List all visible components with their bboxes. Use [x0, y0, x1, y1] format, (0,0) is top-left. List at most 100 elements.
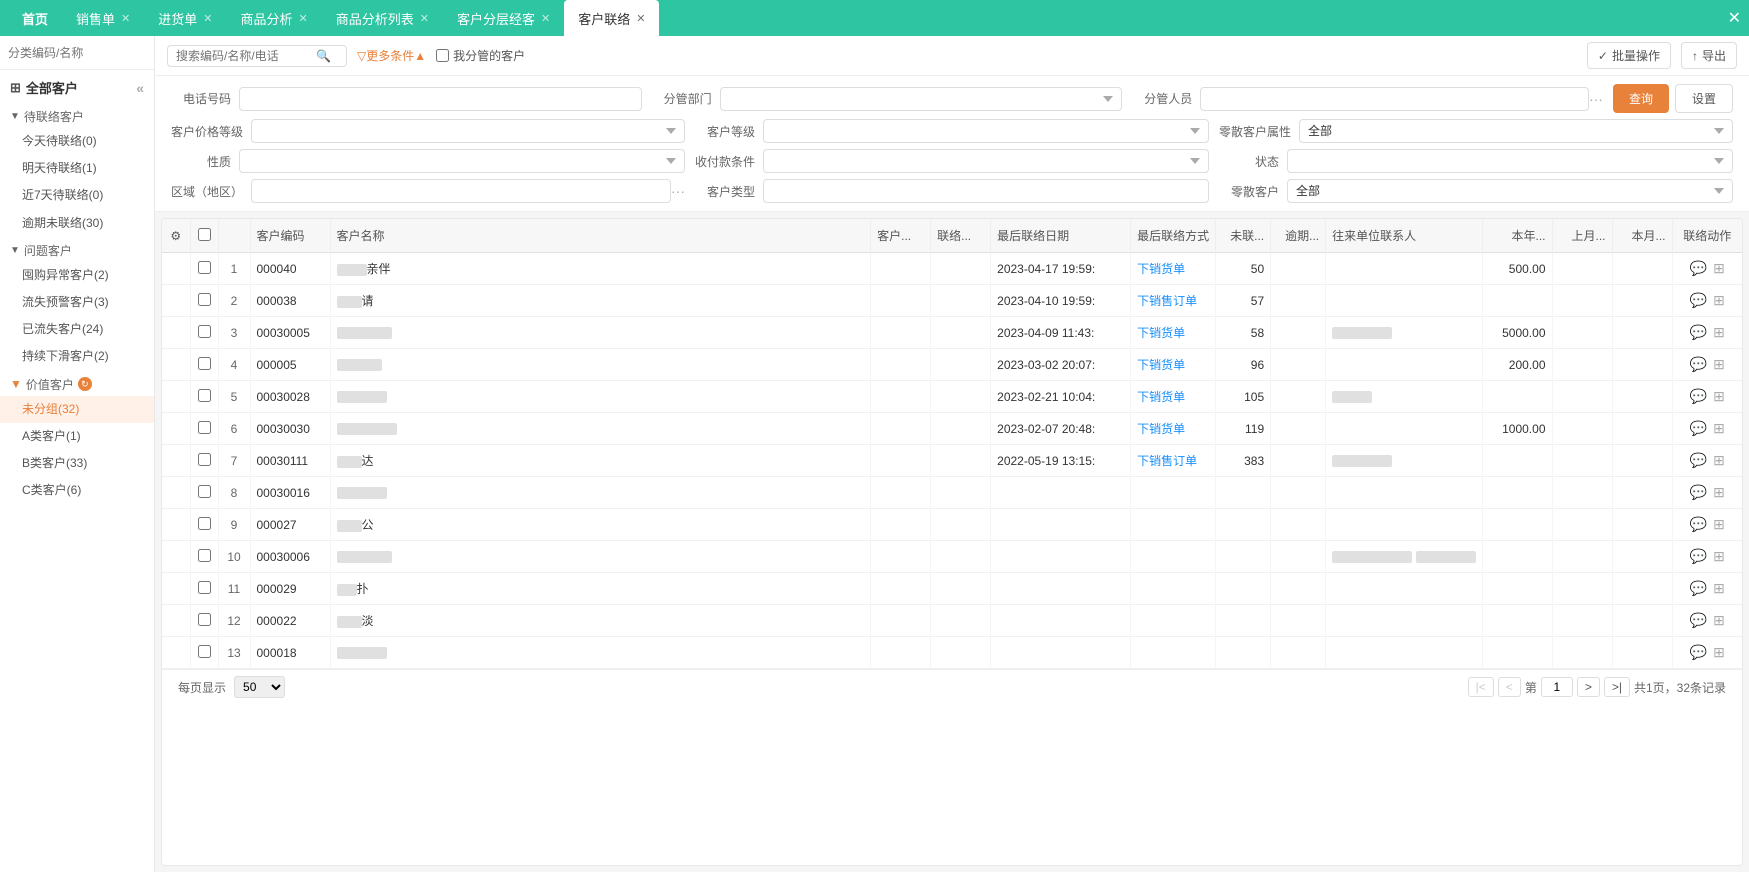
- page-prev-btn[interactable]: <: [1498, 677, 1521, 697]
- row-checkbox[interactable]: [198, 645, 211, 658]
- message-icon[interactable]: 💬: [1690, 516, 1707, 533]
- last-method-link[interactable]: 下销货单: [1137, 390, 1185, 404]
- last-method-link[interactable]: 下销售订单: [1137, 454, 1197, 468]
- phone-input[interactable]: [239, 87, 642, 111]
- tab-customer-tier[interactable]: 客户分层经客 ✕: [443, 0, 564, 36]
- my-customers-check[interactable]: [436, 49, 449, 62]
- sidebar-item-7days[interactable]: 近7天待联络(0): [0, 182, 154, 209]
- tab-product-analysis-close[interactable]: ✕: [299, 12, 308, 25]
- manager-input[interactable]: [1200, 87, 1589, 111]
- grid-action-icon[interactable]: ⊞: [1713, 356, 1725, 373]
- customer-type-input[interactable]: [763, 179, 1209, 203]
- grid-action-icon[interactable]: ⊞: [1713, 420, 1725, 437]
- row-checkbox[interactable]: [198, 613, 211, 626]
- query-button[interactable]: 查询: [1613, 84, 1669, 113]
- th-not-listed[interactable]: 未联...: [1216, 219, 1271, 253]
- customer-level-select[interactable]: [763, 119, 1209, 143]
- th-name[interactable]: 客户名称: [330, 219, 871, 253]
- message-icon[interactable]: 💬: [1690, 324, 1707, 341]
- payment-select[interactable]: [763, 149, 1209, 173]
- row-checkbox[interactable]: [198, 549, 211, 562]
- th-partner[interactable]: 往来单位联系人: [1326, 219, 1482, 253]
- reset-button[interactable]: 设置: [1675, 84, 1733, 113]
- sidebar-all-customers[interactable]: ⊞ 全部客户 «: [0, 70, 154, 103]
- search-input[interactable]: [176, 49, 316, 63]
- page-last-btn[interactable]: >|: [1604, 677, 1630, 697]
- row-checkbox[interactable]: [198, 293, 211, 306]
- message-icon[interactable]: 💬: [1690, 452, 1707, 469]
- sidebar-item-overdue[interactable]: 逾期未联络(30): [0, 210, 154, 237]
- sidebar-item-churned[interactable]: 已流失客户(24): [0, 316, 154, 343]
- row-checkbox[interactable]: [198, 453, 211, 466]
- message-icon[interactable]: 💬: [1690, 388, 1707, 405]
- dept-select[interactable]: [720, 87, 1123, 111]
- message-icon[interactable]: 💬: [1690, 292, 1707, 309]
- message-icon[interactable]: 💬: [1690, 548, 1707, 565]
- grid-action-icon[interactable]: ⊞: [1713, 484, 1725, 501]
- sidebar-group-pending[interactable]: ▼ 待联络客户: [0, 103, 154, 128]
- grid-action-icon[interactable]: ⊞: [1713, 644, 1725, 661]
- th-cat[interactable]: 客户...: [871, 219, 931, 253]
- my-customers-checkbox[interactable]: 我分管的客户: [436, 47, 525, 64]
- page-size-select[interactable]: 50 100 200: [234, 676, 285, 698]
- th-setting[interactable]: ⚙: [162, 219, 190, 253]
- message-icon[interactable]: 💬: [1690, 260, 1707, 277]
- row-checkbox[interactable]: [198, 357, 211, 370]
- th-overdue[interactable]: 逾期...: [1271, 219, 1326, 253]
- tab-customer-contact[interactable]: 客户联络 ✕: [564, 0, 659, 36]
- batch-ops-button[interactable]: ✓ 批量操作: [1587, 42, 1671, 69]
- sidebar-item-declining[interactable]: 持续下滑客户(2): [0, 343, 154, 370]
- sidebar-item-class-c[interactable]: C类客户(6): [0, 477, 154, 504]
- row-checkbox[interactable]: [198, 517, 211, 530]
- tab-purchase-close[interactable]: ✕: [203, 12, 212, 25]
- tab-home[interactable]: 首页: [8, 0, 62, 36]
- region-input[interactable]: [251, 179, 671, 203]
- th-this-month[interactable]: 本月...: [1612, 219, 1672, 253]
- sidebar-search-input[interactable]: [8, 46, 155, 60]
- zero-retail-select[interactable]: 全部: [1287, 179, 1733, 203]
- row-checkbox[interactable]: [198, 581, 211, 594]
- row-checkbox[interactable]: [198, 325, 211, 338]
- grid-action-icon[interactable]: ⊞: [1713, 516, 1725, 533]
- tab-product-list[interactable]: 商品分析列表 ✕: [322, 0, 443, 36]
- settings-icon[interactable]: ⚙: [170, 229, 181, 243]
- grid-action-icon[interactable]: ⊞: [1713, 260, 1725, 277]
- manager-dots-icon[interactable]: ···: [1589, 91, 1603, 107]
- message-icon[interactable]: 💬: [1690, 644, 1707, 661]
- row-checkbox[interactable]: [198, 485, 211, 498]
- grid-action-icon[interactable]: ⊞: [1713, 612, 1725, 629]
- grid-action-icon[interactable]: ⊞: [1713, 452, 1725, 469]
- grid-action-icon[interactable]: ⊞: [1713, 580, 1725, 597]
- page-input[interactable]: [1541, 677, 1573, 697]
- select-all-checkbox[interactable]: [198, 228, 211, 241]
- page-first-btn[interactable]: |<: [1468, 677, 1494, 697]
- sidebar-item-ungroup[interactable]: 未分组(32): [0, 396, 154, 423]
- message-icon[interactable]: 💬: [1690, 420, 1707, 437]
- sidebar-item-abnormal[interactable]: 囤购异常客户(2): [0, 262, 154, 289]
- th-last-method[interactable]: 最后联络方式: [1131, 219, 1216, 253]
- message-icon[interactable]: 💬: [1690, 356, 1707, 373]
- th-year[interactable]: 本年...: [1482, 219, 1552, 253]
- price-level-select[interactable]: [251, 119, 685, 143]
- th-last-date[interactable]: 最后联络日期: [991, 219, 1131, 253]
- last-method-link[interactable]: 下销货单: [1137, 358, 1185, 372]
- sidebar-group-problem[interactable]: ▼ 问题客户: [0, 237, 154, 262]
- sidebar-item-today[interactable]: 今天待联络(0): [0, 128, 154, 155]
- more-filters-btn[interactable]: ▽ 更多条件 ▲: [357, 47, 426, 64]
- th-code[interactable]: 客户编码: [250, 219, 330, 253]
- sidebar-item-class-b[interactable]: B类客户(33): [0, 450, 154, 477]
- tab-customer-contact-close[interactable]: ✕: [636, 12, 645, 25]
- tab-product-list-close[interactable]: ✕: [420, 12, 429, 25]
- export-button[interactable]: ↑ 导出: [1681, 42, 1737, 69]
- sidebar-item-class-a[interactable]: A类客户(1): [0, 423, 154, 450]
- status-select[interactable]: [1287, 149, 1733, 173]
- sidebar-item-tomorrow[interactable]: 明天待联络(1): [0, 155, 154, 182]
- row-checkbox[interactable]: [198, 261, 211, 274]
- last-method-link[interactable]: 下销货单: [1137, 326, 1185, 340]
- page-next-btn[interactable]: >: [1577, 677, 1600, 697]
- tab-sales[interactable]: 销售单 ✕: [62, 0, 144, 36]
- search-icon[interactable]: 🔍: [316, 49, 331, 63]
- tab-bar-close[interactable]: ✕: [1728, 8, 1741, 28]
- region-dots-icon[interactable]: ···: [671, 183, 685, 199]
- tab-purchase[interactable]: 进货单 ✕: [144, 0, 226, 36]
